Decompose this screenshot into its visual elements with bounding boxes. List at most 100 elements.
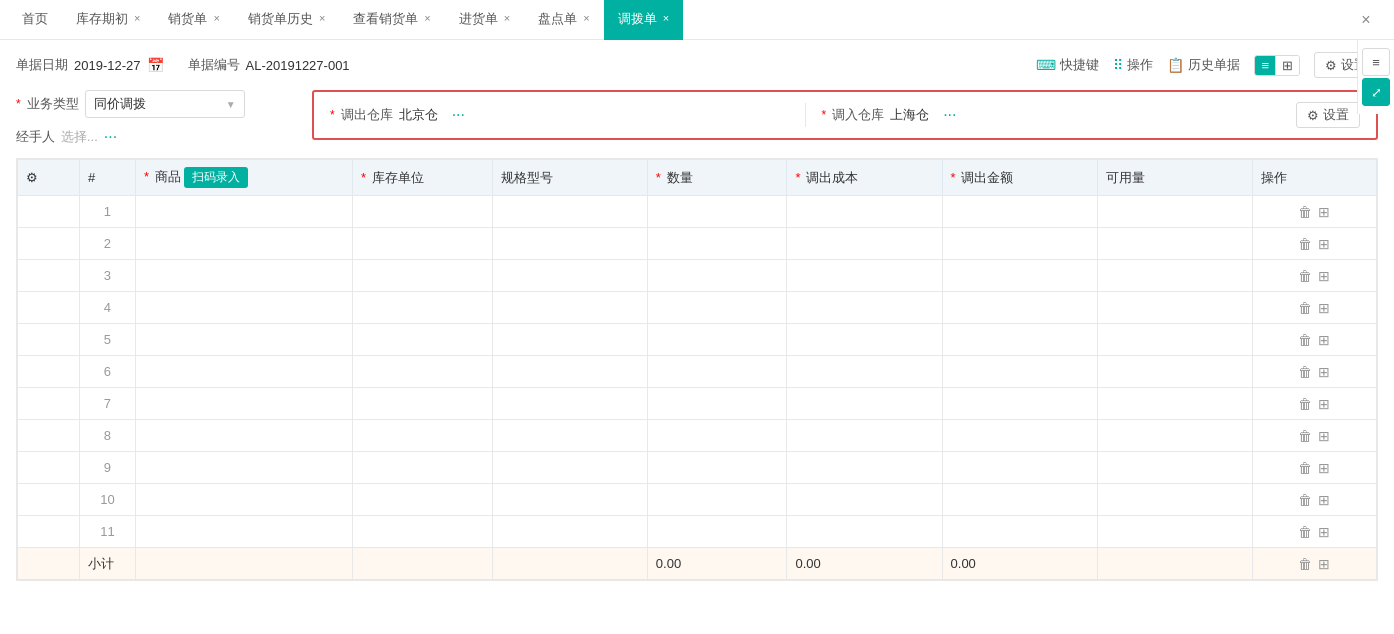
tab-stock-init-close[interactable]: ×	[134, 13, 140, 24]
row-cost-cell[interactable]	[787, 516, 942, 548]
row-copy-icon[interactable]: ⊞	[1318, 300, 1330, 316]
row-delete-icon[interactable]: 🗑	[1298, 396, 1312, 412]
window-close-button[interactable]: ×	[1346, 0, 1386, 40]
from-wh-more-icon[interactable]: ···	[444, 106, 473, 124]
sidebar-doc-button[interactable]: ≡	[1362, 48, 1390, 76]
shortcut-action[interactable]: ⌨ 快捷键	[1036, 56, 1099, 74]
row-unit-cell[interactable]	[353, 228, 493, 260]
row-delete-icon[interactable]: 🗑	[1298, 524, 1312, 540]
biz-type-select[interactable]: 同价调拨 ▼	[85, 90, 245, 118]
tab-view-sales[interactable]: 查看销货单 ×	[339, 0, 444, 40]
row-qty-cell[interactable]	[647, 196, 787, 228]
row-delete-icon[interactable]: 🗑	[1298, 460, 1312, 476]
row-spec-cell[interactable]	[492, 420, 647, 452]
sidebar-expand-button[interactable]: ⤢	[1362, 78, 1390, 106]
row-unit-cell[interactable]	[353, 292, 493, 324]
row-cost-cell[interactable]	[787, 324, 942, 356]
row-copy-icon[interactable]: ⊞	[1318, 204, 1330, 220]
tab-inventory-close[interactable]: ×	[583, 13, 589, 24]
row-qty-cell[interactable]	[647, 324, 787, 356]
row-copy-icon[interactable]: ⊞	[1318, 460, 1330, 476]
row-cost-cell[interactable]	[787, 196, 942, 228]
tab-inventory[interactable]: 盘点单 ×	[524, 0, 603, 40]
row-spec-cell[interactable]	[492, 516, 647, 548]
row-product-cell[interactable]	[135, 292, 352, 324]
row-spec-cell[interactable]	[492, 228, 647, 260]
row-amount-cell[interactable]	[942, 228, 1097, 260]
row-copy-icon[interactable]: ⊞	[1318, 492, 1330, 508]
row-spec-cell[interactable]	[492, 484, 647, 516]
row-cost-cell[interactable]	[787, 260, 942, 292]
row-spec-cell[interactable]	[492, 292, 647, 324]
row-copy-icon[interactable]: ⊞	[1318, 268, 1330, 284]
tab-stock-init[interactable]: 库存期初 ×	[62, 0, 154, 40]
row-amount-cell[interactable]	[942, 292, 1097, 324]
row-unit-cell[interactable]	[353, 452, 493, 484]
row-amount-cell[interactable]	[942, 324, 1097, 356]
row-copy-icon[interactable]: ⊞	[1318, 396, 1330, 412]
tab-purchase-close[interactable]: ×	[504, 13, 510, 24]
tab-purchase[interactable]: 进货单 ×	[445, 0, 524, 40]
history-action[interactable]: 📋 历史单据	[1167, 56, 1240, 74]
tab-transfer-close[interactable]: ×	[663, 13, 669, 24]
row-spec-cell[interactable]	[492, 324, 647, 356]
row-unit-cell[interactable]	[353, 324, 493, 356]
row-amount-cell[interactable]	[942, 356, 1097, 388]
row-product-cell[interactable]	[135, 228, 352, 260]
row-qty-cell[interactable]	[647, 484, 787, 516]
row-delete-icon[interactable]: 🗑	[1298, 332, 1312, 348]
calendar-icon[interactable]: 📅	[147, 57, 164, 73]
row-delete-icon[interactable]: 🗑	[1298, 428, 1312, 444]
row-cost-cell[interactable]	[787, 420, 942, 452]
row-unit-cell[interactable]	[353, 196, 493, 228]
row-qty-cell[interactable]	[647, 420, 787, 452]
row-qty-cell[interactable]	[647, 228, 787, 260]
row-qty-cell[interactable]	[647, 292, 787, 324]
row-unit-cell[interactable]	[353, 420, 493, 452]
tab-sales-order[interactable]: 销货单 ×	[154, 0, 233, 40]
row-delete-icon[interactable]: 🗑	[1298, 236, 1312, 252]
tab-sales-order-close[interactable]: ×	[213, 13, 219, 24]
row-amount-cell[interactable]	[942, 420, 1097, 452]
row-product-cell[interactable]	[135, 388, 352, 420]
row-spec-cell[interactable]	[492, 196, 647, 228]
row-qty-cell[interactable]	[647, 516, 787, 548]
row-copy-icon[interactable]: ⊞	[1318, 524, 1330, 540]
row-product-cell[interactable]	[135, 356, 352, 388]
row-product-cell[interactable]	[135, 452, 352, 484]
row-product-cell[interactable]	[135, 196, 352, 228]
row-copy-icon[interactable]: ⊞	[1318, 236, 1330, 252]
to-wh-more-icon[interactable]: ···	[935, 106, 964, 124]
row-product-cell[interactable]	[135, 516, 352, 548]
row-unit-cell[interactable]	[353, 356, 493, 388]
row-copy-icon[interactable]: ⊞	[1318, 364, 1330, 380]
row-copy-icon[interactable]: ⊞	[1318, 428, 1330, 444]
row-copy-icon[interactable]: ⊞	[1318, 332, 1330, 348]
row-delete-icon[interactable]: 🗑	[1298, 300, 1312, 316]
tab-transfer[interactable]: 调拨单 ×	[604, 0, 683, 40]
scan-button[interactable]: 扫码录入	[184, 167, 248, 188]
row-cost-cell[interactable]	[787, 388, 942, 420]
row-product-cell[interactable]	[135, 420, 352, 452]
row-qty-cell[interactable]	[647, 388, 787, 420]
row-cost-cell[interactable]	[787, 452, 942, 484]
row-cost-cell[interactable]	[787, 356, 942, 388]
row-cost-cell[interactable]	[787, 292, 942, 324]
row-product-cell[interactable]	[135, 484, 352, 516]
row-qty-cell[interactable]	[647, 452, 787, 484]
row-cost-cell[interactable]	[787, 484, 942, 516]
row-qty-cell[interactable]	[647, 356, 787, 388]
row-unit-cell[interactable]	[353, 484, 493, 516]
warehouse-settings-button[interactable]: ⚙ 设置	[1296, 102, 1360, 128]
row-unit-cell[interactable]	[353, 516, 493, 548]
handler-more-icon[interactable]: ···	[104, 128, 117, 146]
row-spec-cell[interactable]	[492, 388, 647, 420]
row-delete-icon[interactable]: 🗑	[1298, 364, 1312, 380]
row-cost-cell[interactable]	[787, 228, 942, 260]
row-amount-cell[interactable]	[942, 388, 1097, 420]
row-delete-icon[interactable]: 🗑	[1298, 268, 1312, 284]
footer-copy-icon[interactable]: ⊞	[1318, 556, 1330, 572]
row-amount-cell[interactable]	[942, 260, 1097, 292]
row-amount-cell[interactable]	[942, 516, 1097, 548]
gear-icon[interactable]: ⚙	[26, 170, 38, 185]
